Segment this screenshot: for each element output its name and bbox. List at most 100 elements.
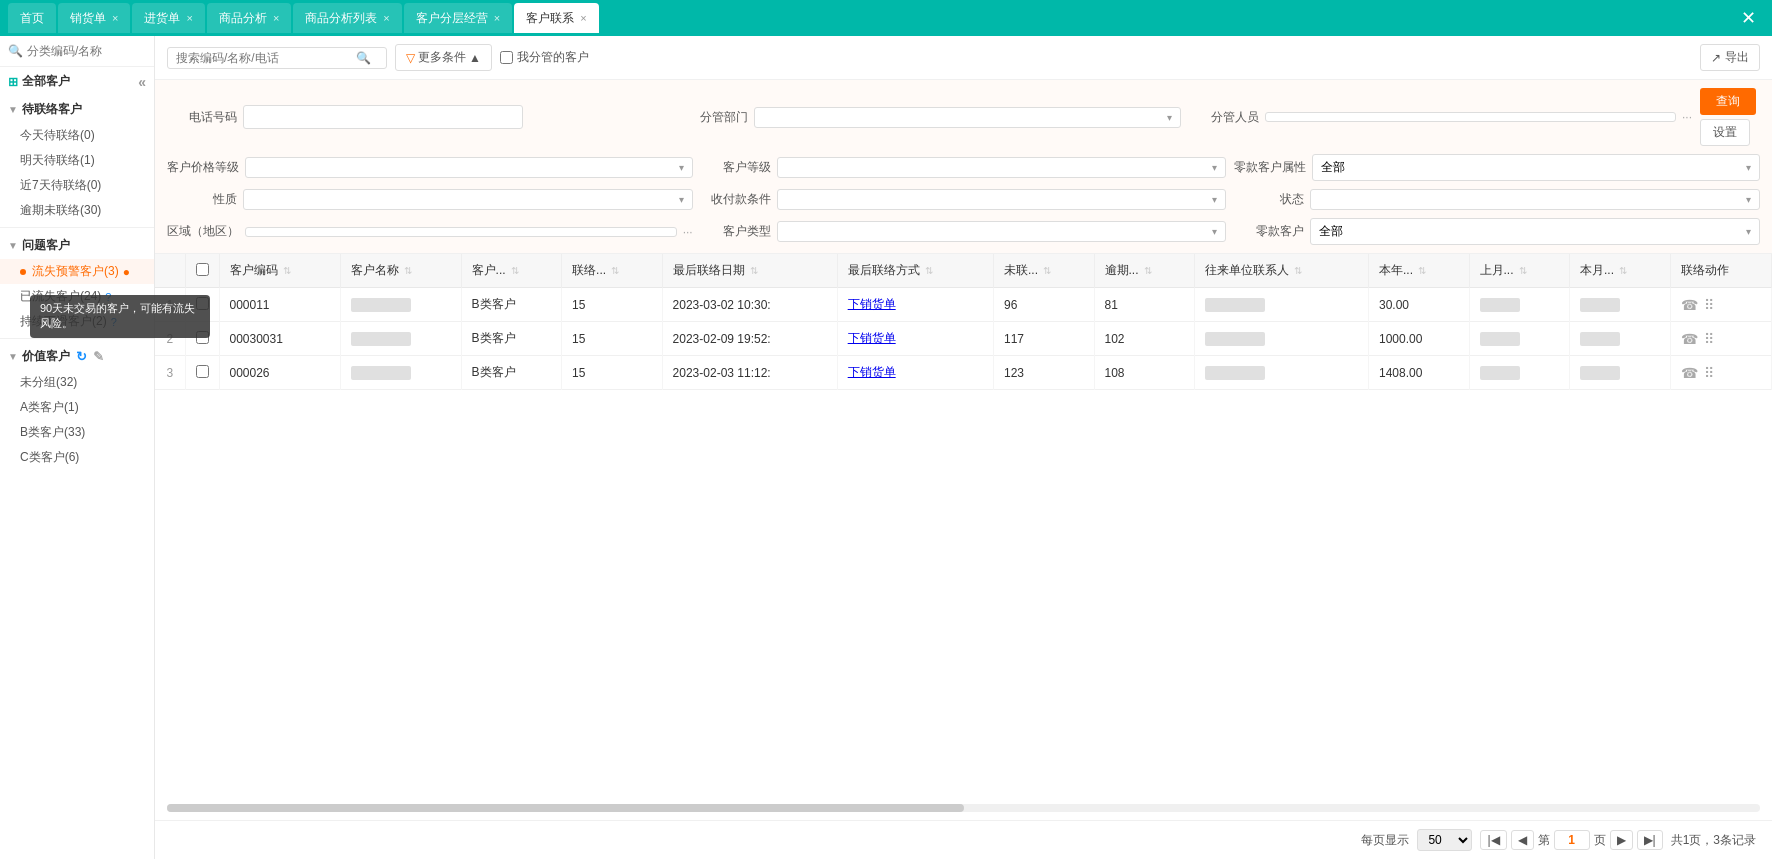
edit-icon[interactable]: ✎ bbox=[93, 349, 104, 364]
tab-sales-close[interactable]: × bbox=[112, 12, 118, 24]
sidebar-all-customers[interactable]: ⊞ 全部客户 « bbox=[0, 67, 154, 96]
arrow-down-icon2: ▼ bbox=[8, 240, 18, 251]
sidebar-search-icon[interactable]: 🔍 bbox=[8, 44, 23, 58]
row-this-month bbox=[1570, 356, 1671, 390]
col-contact-person-sort-icon[interactable]: ⇅ bbox=[1294, 265, 1302, 276]
sidebar-group-pending[interactable]: ▼ 待联络客户 bbox=[0, 96, 154, 123]
action-more-icon[interactable]: ⠿ bbox=[1704, 331, 1714, 347]
action-more-icon[interactable]: ⠿ bbox=[1704, 365, 1714, 381]
filter-price-grade-select[interactable]: ▾ bbox=[245, 157, 693, 178]
per-page-select[interactable]: 50 100 bbox=[1417, 829, 1472, 851]
tab-purchase[interactable]: 进货单 × bbox=[132, 3, 204, 33]
sidebar-item-today-label: 今天待联络(0) bbox=[20, 127, 95, 144]
sidebar-item-tomorrow[interactable]: 明天待联络(1) bbox=[0, 148, 154, 173]
refresh-icon[interactable]: ↻ bbox=[76, 349, 87, 364]
first-page-button[interactable]: |◀ bbox=[1480, 830, 1506, 850]
filter-zero-cust-select[interactable]: 全部 ▾ bbox=[1310, 218, 1760, 245]
action-contact-icon[interactable]: ☎ bbox=[1681, 365, 1698, 381]
tab-customer-seg-close[interactable]: × bbox=[494, 12, 500, 24]
tab-home[interactable]: 首页 bbox=[8, 3, 56, 33]
filter-gender-select[interactable]: ▾ bbox=[243, 189, 693, 210]
prev-page-button[interactable]: ◀ bbox=[1511, 830, 1534, 850]
page-number-input[interactable] bbox=[1554, 830, 1590, 850]
tab-analysis-close[interactable]: × bbox=[273, 12, 279, 24]
col-last-method-sort-icon[interactable]: ⇅ bbox=[925, 265, 933, 276]
sidebar-collapse-icon[interactable]: « bbox=[138, 74, 146, 90]
col-type-sort-icon[interactable]: ⇅ bbox=[511, 265, 519, 276]
sidebar-item-overdue[interactable]: 逾期未联络(30) bbox=[0, 198, 154, 223]
sidebar-group-value[interactable]: ▼ 价值客户 ↻ ✎ bbox=[0, 343, 154, 370]
sidebar-item-churn-warning[interactable]: 流失预警客户(3) ● bbox=[0, 259, 154, 284]
row-check[interactable] bbox=[185, 356, 219, 390]
filter-dept-select[interactable]: ▾ bbox=[754, 107, 1181, 128]
sidebar-group-problem-label: 问题客户 bbox=[22, 237, 70, 254]
query-button[interactable]: 查询 bbox=[1700, 88, 1756, 115]
sidebar-item-ungrouped[interactable]: 未分组(32) bbox=[0, 370, 154, 395]
col-contact-count-sort-icon[interactable]: ⇅ bbox=[611, 265, 619, 276]
col-code-sort-icon[interactable]: ⇅ bbox=[283, 265, 291, 276]
col-last-month-label: 上月... bbox=[1480, 263, 1514, 277]
warning-icon: ● bbox=[123, 265, 130, 279]
sidebar-item-type-c[interactable]: C类客户(6) bbox=[0, 445, 154, 470]
action-contact-icon[interactable]: ☎ bbox=[1681, 331, 1698, 347]
my-customers-checkbox[interactable] bbox=[500, 51, 513, 64]
tab-customer-seg[interactable]: 客户分层经营 × bbox=[404, 3, 512, 33]
sidebar-item-today[interactable]: 今天待联络(0) bbox=[0, 123, 154, 148]
last-page-button[interactable]: ▶| bbox=[1637, 830, 1663, 850]
row-last-method-link[interactable]: 下销货单 bbox=[848, 331, 896, 345]
filter-region-select[interactable] bbox=[245, 227, 677, 237]
col-last-date-sort-icon[interactable]: ⇅ bbox=[750, 265, 758, 276]
tab-analysis[interactable]: 商品分析 × bbox=[207, 3, 291, 33]
col-overdue: 逾期... ⇅ bbox=[1094, 254, 1195, 288]
tab-purchase-close[interactable]: × bbox=[186, 12, 192, 24]
col-last-month-sort-icon[interactable]: ⇅ bbox=[1519, 265, 1527, 276]
row-last-method-link[interactable]: 下销货单 bbox=[848, 365, 896, 379]
page-navigation: |◀ ◀ 第 页 ▶ ▶| bbox=[1480, 830, 1662, 850]
sidebar-item-type-b[interactable]: B类客户(33) bbox=[0, 420, 154, 445]
filter-field-gender: 性质 ▾ bbox=[167, 189, 693, 210]
settings-button[interactable]: 设置 bbox=[1700, 119, 1750, 146]
tab-analysis-list[interactable]: 商品分析列表 × bbox=[293, 3, 401, 33]
scrollbar-thumb[interactable] bbox=[167, 804, 964, 812]
col-uncontacted-sort-icon[interactable]: ⇅ bbox=[1043, 265, 1051, 276]
col-type: 客户... ⇅ bbox=[461, 254, 562, 288]
horizontal-scrollbar[interactable] bbox=[167, 804, 1760, 812]
col-this-year-sort-icon[interactable]: ⇅ bbox=[1418, 265, 1426, 276]
filter-cust-grade-select[interactable]: ▾ bbox=[777, 157, 1227, 178]
tab-analysis-list-close[interactable]: × bbox=[383, 12, 389, 24]
sidebar-item-type-a[interactable]: A类客户(1) bbox=[0, 395, 154, 420]
filter-panel: 电话号码 分管部门 ▾ 分管人员 ··· 查询 bbox=[155, 80, 1772, 254]
filter-phone-input[interactable] bbox=[243, 105, 523, 129]
filter-manager-dots[interactable]: ··· bbox=[1682, 110, 1692, 124]
tab-customer-contact[interactable]: 客户联系 × bbox=[514, 3, 598, 33]
sidebar-search-input[interactable] bbox=[27, 44, 155, 58]
filter-zero-attr-select[interactable]: 全部 ▾ bbox=[1312, 154, 1760, 181]
action-more-icon[interactable]: ⠿ bbox=[1704, 297, 1714, 313]
col-overdue-sort-icon[interactable]: ⇅ bbox=[1144, 265, 1152, 276]
tab-sales[interactable]: 销货单 × bbox=[58, 3, 130, 33]
filter-field-manager: 分管人员 ··· bbox=[1189, 109, 1692, 126]
filter-search-input[interactable] bbox=[176, 51, 356, 65]
row-last-method-link[interactable]: 下销货单 bbox=[848, 297, 896, 311]
filter-search-icon[interactable]: 🔍 bbox=[356, 51, 371, 65]
window-close-button[interactable]: ✕ bbox=[1733, 3, 1764, 33]
row-last-date: 2023-02-09 19:52: bbox=[662, 322, 837, 356]
col-this-month-sort-icon[interactable]: ⇅ bbox=[1619, 265, 1627, 276]
action-contact-icon[interactable]: ☎ bbox=[1681, 297, 1698, 313]
sidebar-group-problem[interactable]: ▼ 问题客户 bbox=[0, 232, 154, 259]
row-checkbox[interactable] bbox=[196, 365, 209, 378]
col-name-sort-icon[interactable]: ⇅ bbox=[404, 265, 412, 276]
next-page-button[interactable]: ▶ bbox=[1610, 830, 1633, 850]
filter-field-status: 状态 ▾ bbox=[1234, 189, 1760, 210]
select-all-checkbox[interactable] bbox=[196, 263, 209, 276]
filter-manager-select[interactable] bbox=[1265, 112, 1676, 122]
more-conditions-button[interactable]: ▽ 更多条件 ▲ bbox=[395, 44, 492, 71]
tab-customer-contact-close[interactable]: × bbox=[580, 12, 586, 24]
filter-region-dots[interactable]: ··· bbox=[683, 225, 693, 239]
sidebar-item-7days[interactable]: 近7天待联络(0) bbox=[0, 173, 154, 198]
filter-cust-type-select[interactable]: ▾ bbox=[777, 221, 1227, 242]
my-customers-filter[interactable]: 我分管的客户 bbox=[500, 49, 589, 66]
filter-payment-select[interactable]: ▾ bbox=[777, 189, 1227, 210]
filter-status-select[interactable]: ▾ bbox=[1310, 189, 1760, 210]
export-button[interactable]: ↗ 导出 bbox=[1700, 44, 1760, 71]
